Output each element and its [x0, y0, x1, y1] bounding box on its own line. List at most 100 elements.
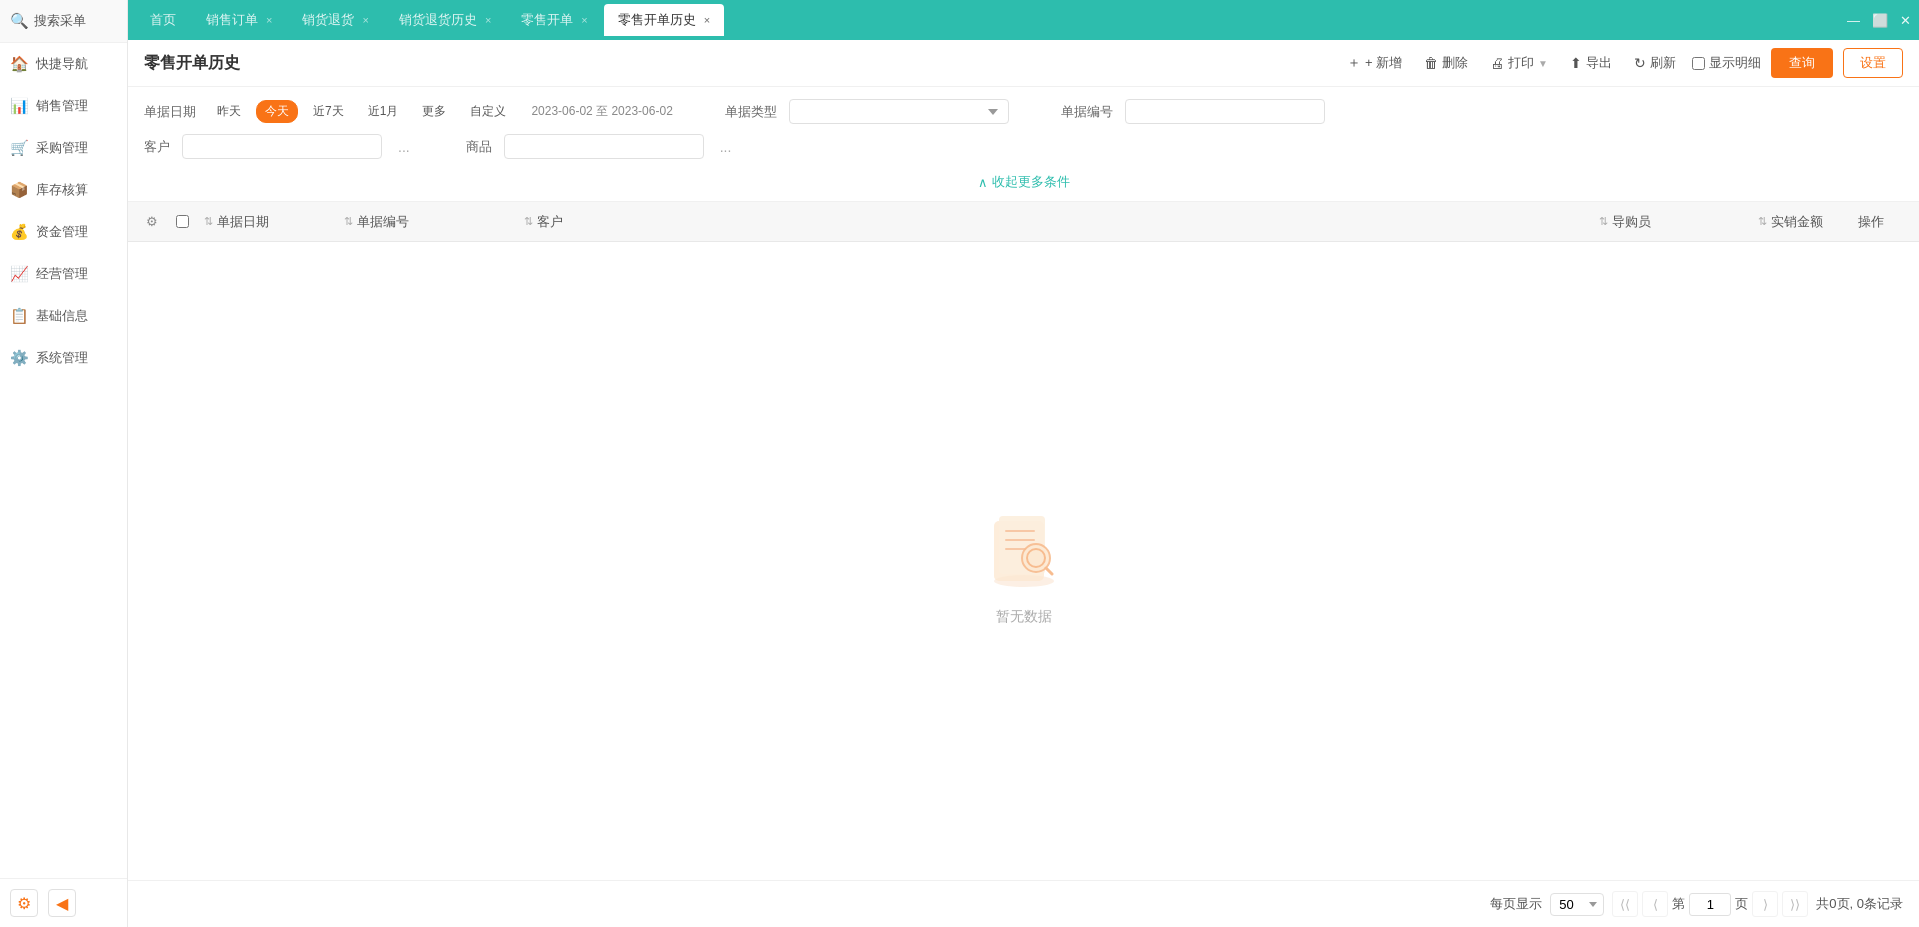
- content-area: ⚙ ⇅ 单据日期 ⇅ 单据编号 ⇅ 客户 ⇅ 导购员 ⇅ 实销金额: [128, 202, 1919, 927]
- sidebar-item-basic-info[interactable]: 📋 基础信息: [0, 295, 127, 337]
- info-icon: 📋: [10, 307, 28, 325]
- tab-retail-open[interactable]: 零售开单 ×: [507, 4, 601, 36]
- new-icon: ＋: [1347, 54, 1361, 72]
- tab-sales-order[interactable]: 销售订单 ×: [192, 4, 286, 36]
- sidebar-item-label: 基础信息: [36, 307, 88, 325]
- footer-collapse-icon[interactable]: ◀: [48, 889, 76, 917]
- table-select-all[interactable]: [168, 215, 196, 228]
- th-date[interactable]: ⇅ 单据日期: [196, 213, 336, 231]
- sidebar-item-sales-mgmt[interactable]: 📊 销售管理: [0, 85, 127, 127]
- tab-retail-open-close[interactable]: ×: [581, 14, 587, 26]
- type-label: 单据类型: [725, 103, 777, 121]
- sidebar-item-label: 经营管理: [36, 265, 88, 283]
- customer-ellipsis[interactable]: ...: [394, 139, 414, 155]
- goods-ellipsis[interactable]: ...: [716, 139, 736, 155]
- date-more-btn[interactable]: 更多: [413, 100, 455, 123]
- cart-icon: 🛒: [10, 139, 28, 157]
- customer-input[interactable]: [182, 134, 382, 159]
- date-yesterday-btn[interactable]: 昨天: [208, 100, 250, 123]
- tab-sales-return-close[interactable]: ×: [362, 14, 368, 26]
- number-label: 单据编号: [1061, 103, 1113, 121]
- tab-home-label: 首页: [150, 11, 176, 29]
- date-shortcuts: 昨天 今天 近7天 近1月 更多 自定义: [208, 100, 515, 123]
- sidebar-search-label: 搜索采单: [34, 12, 86, 30]
- date-range: 2023-06-02 至 2023-06-02: [531, 103, 672, 120]
- show-detail-checkbox-label[interactable]: 显示明细: [1692, 54, 1761, 72]
- sidebar-item-finance[interactable]: 💰 资金管理: [0, 211, 127, 253]
- empty-illustration: [974, 496, 1074, 596]
- toolbar-actions: ＋ + 新增 🗑 删除 🖨 打印 ▼ ⬆ 导出 ↻ 刷新 显示: [1341, 48, 1903, 78]
- gear-icon: ⚙️: [10, 349, 28, 367]
- sidebar-search[interactable]: 🔍 搜索采单: [0, 0, 127, 43]
- filter-area: 单据日期 昨天 今天 近7天 近1月 更多 自定义 2023-06-02 至 2…: [128, 87, 1919, 202]
- setting-button[interactable]: 设置: [1843, 48, 1903, 78]
- collapse-button[interactable]: ∧ 收起更多条件: [144, 169, 1903, 195]
- page-first-btn[interactable]: ⟨⟨: [1612, 891, 1638, 917]
- th-actions: 操作: [1831, 213, 1911, 231]
- sidebar-item-quick-nav[interactable]: 🏠 快捷导航: [0, 43, 127, 85]
- sidebar-item-label: 资金管理: [36, 223, 88, 241]
- new-button[interactable]: ＋ + 新增: [1341, 50, 1408, 76]
- home-icon: 🏠: [10, 55, 28, 73]
- goods-label: 商品: [466, 138, 492, 156]
- main-content: 首页 销售订单 × 销货退货 × 销货退货历史 × 零售开单 × 零售开单历史 …: [128, 0, 1919, 927]
- sidebar-item-operations[interactable]: 📈 经营管理: [0, 253, 127, 295]
- export-button[interactable]: ⬆ 导出: [1564, 50, 1618, 76]
- export-label: 导出: [1586, 54, 1612, 72]
- tab-retail-open-history[interactable]: 零售开单历史 ×: [604, 4, 724, 36]
- page-unit: 页: [1735, 895, 1748, 913]
- tab-sales-order-close[interactable]: ×: [266, 14, 272, 26]
- th-customer[interactable]: ⇅ 客户: [516, 213, 1591, 231]
- page-next-btn[interactable]: ⟩: [1752, 891, 1778, 917]
- query-button[interactable]: 查询: [1771, 48, 1833, 78]
- date-today-btn[interactable]: 今天: [256, 100, 298, 123]
- per-page-select[interactable]: 10 20 50 100: [1550, 893, 1604, 916]
- delete-button[interactable]: 🗑 删除: [1418, 50, 1474, 76]
- tab-home[interactable]: 首页: [136, 4, 190, 36]
- show-detail-checkbox[interactable]: [1692, 57, 1705, 70]
- sidebar-item-purchase-mgmt[interactable]: 🛒 采购管理: [0, 127, 127, 169]
- sidebar-footer: ⚙ ◀: [0, 878, 127, 927]
- date-custom-btn[interactable]: 自定义: [461, 100, 515, 123]
- tab-sales-return-history[interactable]: 销货退货历史 ×: [385, 4, 505, 36]
- delete-label: 删除: [1442, 54, 1468, 72]
- refresh-icon: ↻: [1634, 55, 1646, 71]
- pagination: 每页显示 10 20 50 100 ⟨⟨ ⟨ 第 1 页 ⟩ ⟩⟩ 共0页, 0…: [128, 880, 1919, 927]
- tab-sales-return[interactable]: 销货退货 ×: [288, 4, 382, 36]
- th-amount[interactable]: ⇅ 实销金额: [1711, 213, 1831, 231]
- select-all-checkbox[interactable]: [176, 215, 189, 228]
- tab-sales-return-history-close[interactable]: ×: [485, 14, 491, 26]
- type-select[interactable]: [789, 99, 1009, 124]
- sidebar: 🔍 搜索采单 🏠 快捷导航 📊 销售管理 🛒 采购管理 📦 库存核算 💰 资金管…: [0, 0, 128, 927]
- sidebar-item-sys-mgmt[interactable]: ⚙️ 系统管理: [0, 337, 127, 379]
- page-last-btn[interactable]: ⟩⟩: [1782, 891, 1808, 917]
- date-month-btn[interactable]: 近1月: [359, 100, 408, 123]
- refresh-button[interactable]: ↻ 刷新: [1628, 50, 1682, 76]
- new-label: + 新增: [1365, 54, 1402, 72]
- table-header: ⚙ ⇅ 单据日期 ⇅ 单据编号 ⇅ 客户 ⇅ 导购员 ⇅ 实销金额: [128, 202, 1919, 242]
- th-guide[interactable]: ⇅ 导购员: [1591, 213, 1711, 231]
- per-page-label: 每页显示: [1490, 895, 1542, 913]
- date-label: 单据日期: [144, 103, 196, 121]
- window-minimize-btn[interactable]: —: [1847, 13, 1860, 28]
- tab-sales-return-history-label: 销货退货历史: [399, 11, 477, 29]
- page-prev-btn[interactable]: ⟨: [1642, 891, 1668, 917]
- collapse-icon: ∧: [978, 175, 988, 190]
- th-guide-sort-icon: ⇅: [1599, 215, 1608, 228]
- tab-retail-open-history-close[interactable]: ×: [704, 14, 710, 26]
- goods-input[interactable]: [504, 134, 704, 159]
- window-close-btn[interactable]: ✕: [1900, 13, 1911, 28]
- tabs-bar-right: — ⬜ ✕: [1847, 13, 1911, 28]
- sidebar-item-inventory[interactable]: 📦 库存核算: [0, 169, 127, 211]
- page-input[interactable]: 1: [1689, 893, 1731, 916]
- number-input[interactable]: [1125, 99, 1325, 124]
- footer-settings-icon[interactable]: ⚙: [10, 889, 38, 917]
- date-week-btn[interactable]: 近7天: [304, 100, 353, 123]
- sidebar-item-label: 库存核算: [36, 181, 88, 199]
- th-number[interactable]: ⇅ 单据编号: [336, 213, 516, 231]
- table-settings-icon[interactable]: ⚙: [136, 214, 168, 229]
- empty-text: 暂无数据: [996, 608, 1052, 626]
- window-restore-btn[interactable]: ⬜: [1872, 13, 1888, 28]
- chart-icon: 📊: [10, 97, 28, 115]
- print-button[interactable]: 🖨 打印 ▼: [1484, 50, 1554, 76]
